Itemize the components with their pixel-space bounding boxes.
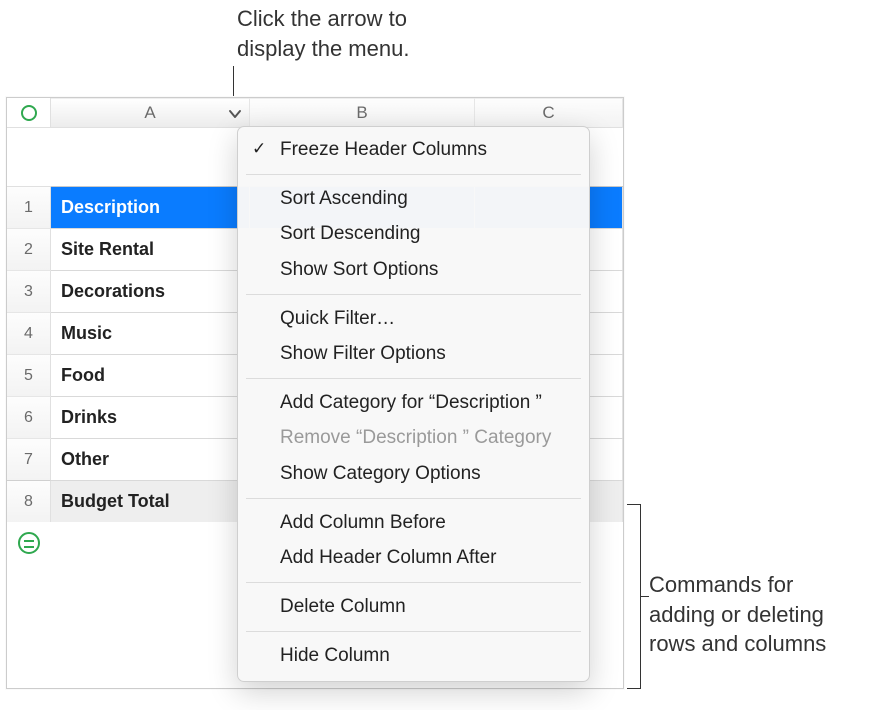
menu-separator <box>246 582 581 583</box>
callout-right-bracket-tick <box>640 596 649 597</box>
menu-separator <box>246 631 581 632</box>
row-header-4[interactable]: 4 <box>7 312 51 354</box>
cell-a2[interactable]: Site Rental <box>51 229 250 270</box>
menu-delete-column[interactable]: Delete Column <box>238 589 589 625</box>
row-header-5[interactable]: 5 <box>7 354 51 396</box>
menu-separator <box>246 294 581 295</box>
menu-show-category-options[interactable]: Show Category Options <box>238 456 589 492</box>
column-context-menu: ✓ Freeze Header Columns Sort Ascending S… <box>237 126 590 682</box>
checkmark-icon: ✓ <box>252 138 266 161</box>
cell-a6[interactable]: Drinks <box>51 397 250 438</box>
menu-add-column-before[interactable]: Add Column Before <box>238 505 589 541</box>
menu-show-filter-options[interactable]: Show Filter Options <box>238 336 589 372</box>
callout-top-leader <box>233 66 234 96</box>
column-header-b[interactable]: B <box>250 98 475 128</box>
column-header-a-label: A <box>144 103 155 123</box>
menu-remove-category: Remove “Description ” Category <box>238 420 589 456</box>
chevron-down-icon <box>228 107 242 121</box>
cell-a1[interactable]: Description <box>51 187 250 228</box>
menu-add-header-column-after[interactable]: Add Header Column After <box>238 540 589 576</box>
menu-sort-ascending[interactable]: Sort Ascending <box>238 181 589 217</box>
column-headers: A B C <box>51 98 623 128</box>
add-row-icon <box>18 532 40 554</box>
row-header-6[interactable]: 6 <box>7 396 51 438</box>
row-header-7[interactable]: 7 <box>7 438 51 480</box>
menu-separator <box>246 174 581 175</box>
column-header-c[interactable]: C <box>475 98 623 128</box>
menu-add-category[interactable]: Add Category for “Description ” <box>238 385 589 421</box>
menu-show-sort-options[interactable]: Show Sort Options <box>238 252 589 288</box>
cell-a4[interactable]: Music <box>51 313 250 354</box>
row-header-3[interactable]: 3 <box>7 270 51 312</box>
select-all-circle-icon <box>21 105 37 121</box>
menu-separator <box>246 498 581 499</box>
column-header-c-label: C <box>542 103 554 123</box>
cell-a5[interactable]: Food <box>51 355 250 396</box>
menu-sort-descending[interactable]: Sort Descending <box>238 216 589 252</box>
add-row-button[interactable] <box>7 522 51 564</box>
select-all-handle[interactable] <box>7 98 51 128</box>
cell-a8[interactable]: Budget Total <box>51 481 250 522</box>
column-header-a[interactable]: A <box>51 98 250 128</box>
callout-right-bracket <box>627 504 641 689</box>
callout-right-text: Commands foradding or deletingrows and c… <box>649 572 826 656</box>
menu-hide-column[interactable]: Hide Column <box>238 638 589 674</box>
cell-a7[interactable]: Other <box>51 439 250 480</box>
menu-quick-filter[interactable]: Quick Filter… <box>238 301 589 337</box>
column-header-b-label: B <box>356 103 367 123</box>
row-header-1[interactable]: 1 <box>7 186 51 228</box>
callout-top: Click the arrow todisplay the menu. <box>237 4 409 63</box>
callout-right: Commands foradding or deletingrows and c… <box>649 570 826 659</box>
row-headers: 1 2 3 4 5 6 7 8 <box>7 186 51 564</box>
menu-freeze-header-columns[interactable]: ✓ Freeze Header Columns <box>238 132 589 168</box>
callout-top-line1: Click the arrow todisplay the menu. <box>237 6 409 61</box>
menu-separator <box>246 378 581 379</box>
row-header-8[interactable]: 8 <box>7 480 51 522</box>
row-header-2[interactable]: 2 <box>7 228 51 270</box>
cell-a3[interactable]: Decorations <box>51 271 250 312</box>
column-menu-arrow[interactable] <box>227 106 243 122</box>
